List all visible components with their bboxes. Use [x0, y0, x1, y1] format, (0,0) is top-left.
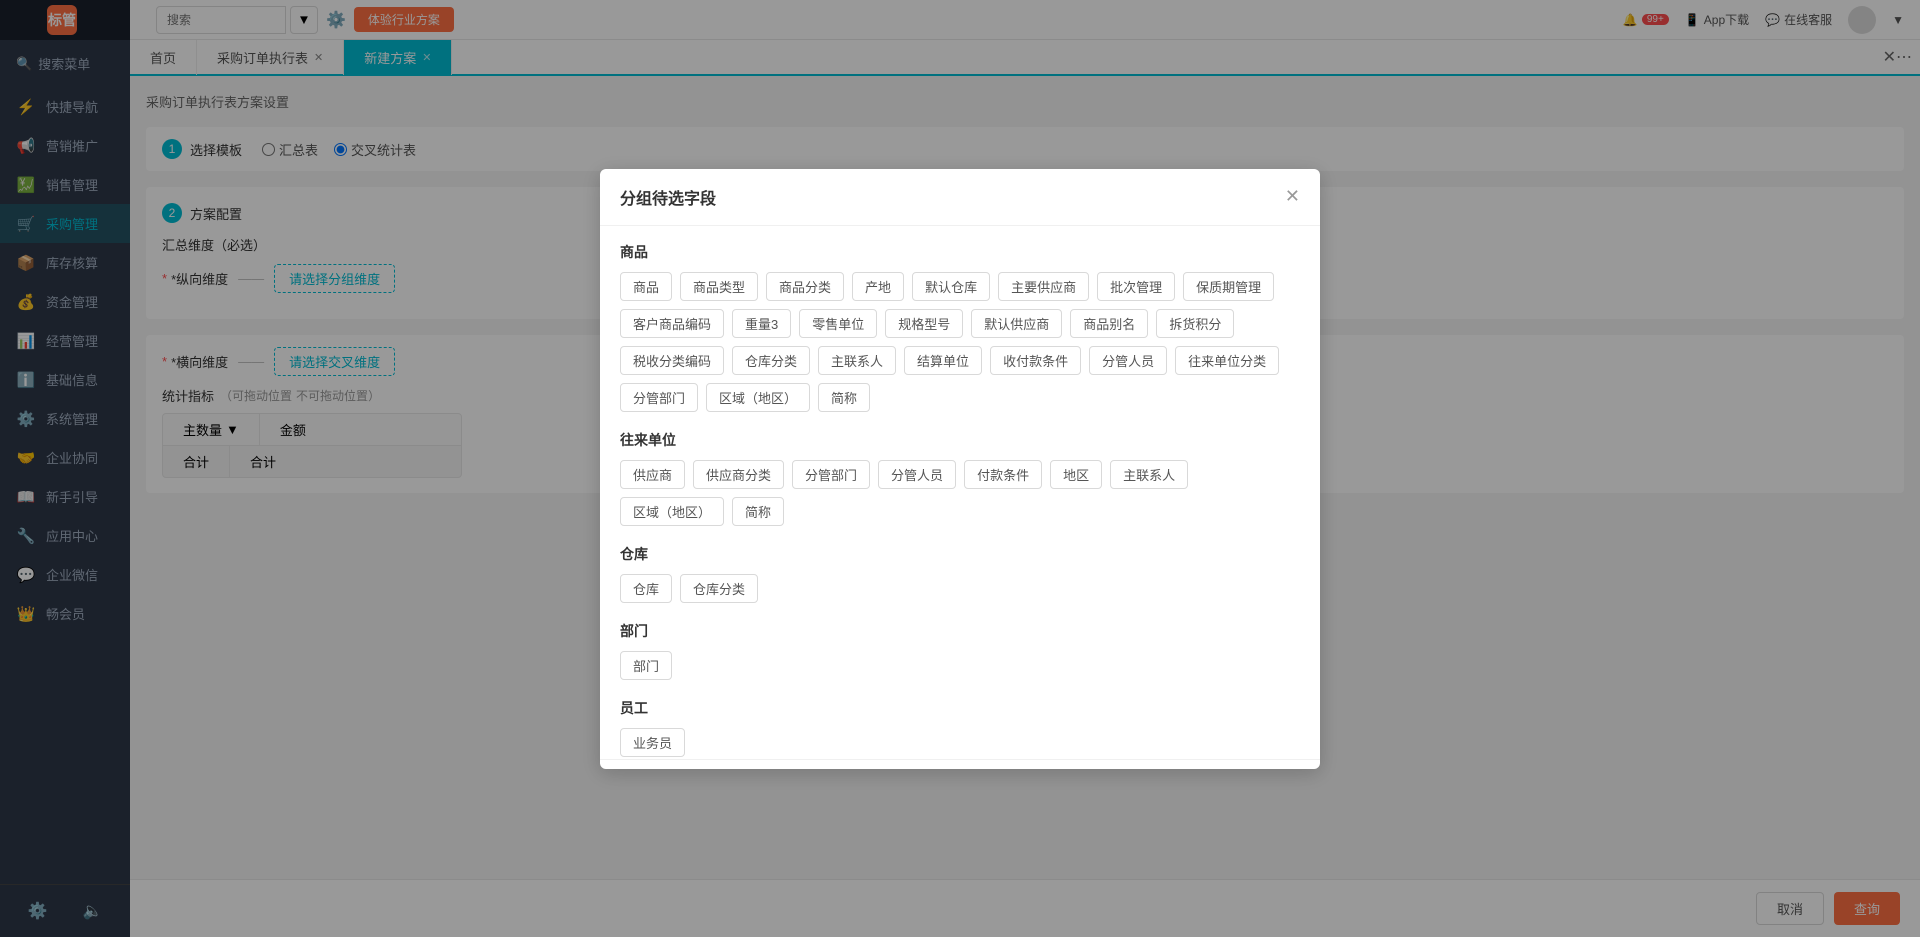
- field-tag-重量3[interactable]: 重量3: [732, 309, 791, 338]
- field-tag-简称[interactable]: 简称: [818, 383, 870, 412]
- field-tag-分管部门[interactable]: 分管部门: [620, 383, 698, 412]
- field-tag-仓库分类[interactable]: 仓库分类: [680, 574, 758, 603]
- field-tag-分管人员[interactable]: 分管人员: [878, 460, 956, 489]
- field-tags-部门: 部门: [620, 651, 1300, 680]
- section-title-仓库: 仓库: [620, 544, 1300, 564]
- field-tags-往来单位: 供应商供应商分类分管部门分管人员付款条件地区主联系人区域（地区） 简称: [620, 460, 1300, 526]
- field-section-部门: 部门部门: [620, 621, 1300, 680]
- modal-horizontal-scrollbar[interactable]: [600, 759, 1320, 769]
- field-section-员工: 员工业务员: [620, 698, 1300, 757]
- section-title-商品: 商品: [620, 242, 1300, 262]
- field-tag-主联系人[interactable]: 主联系人: [1110, 460, 1188, 489]
- field-tag-部门[interactable]: 部门: [620, 651, 672, 680]
- field-tag-产地[interactable]: 产地: [852, 272, 904, 301]
- field-tag-简称[interactable]: 简称: [732, 497, 784, 526]
- field-tag-默认仓库[interactable]: 默认仓库: [912, 272, 990, 301]
- field-tag-客户商品编码[interactable]: 客户商品编码: [620, 309, 724, 338]
- field-tag-税收分类编码[interactable]: 税收分类编码: [620, 346, 724, 375]
- field-section-仓库: 仓库仓库仓库分类: [620, 544, 1300, 603]
- field-section-商品: 商品商品商品类型商品分类产地默认仓库主要供应商批次管理保质期管理客户商品编码重量…: [620, 242, 1300, 412]
- field-tag-结算单位[interactable]: 结算单位: [904, 346, 982, 375]
- field-tag-付款条件[interactable]: 付款条件: [964, 460, 1042, 489]
- field-tag-批次管理[interactable]: 批次管理: [1097, 272, 1175, 301]
- field-tag-供应商[interactable]: 供应商: [620, 460, 685, 489]
- section-title-往来单位: 往来单位: [620, 430, 1300, 450]
- field-tag-分管人员[interactable]: 分管人员: [1089, 346, 1167, 375]
- field-tag-商品别名[interactable]: 商品别名: [1070, 309, 1148, 338]
- field-tag-分管部门[interactable]: 分管部门: [792, 460, 870, 489]
- modal-header: 分组待选字段 ✕: [600, 169, 1320, 226]
- field-tag-区域（地区）[interactable]: 区域（地区）: [706, 383, 810, 412]
- field-tag-仓库分类[interactable]: 仓库分类: [732, 346, 810, 375]
- field-tag-区域（地区）[interactable]: 区域（地区）: [620, 497, 724, 526]
- field-tags-商品: 商品商品类型商品分类产地默认仓库主要供应商批次管理保质期管理客户商品编码重量3 零…: [620, 272, 1300, 412]
- modal-close-button[interactable]: ✕: [1285, 186, 1300, 207]
- field-tag-往来单位分类[interactable]: 往来单位分类: [1175, 346, 1279, 375]
- field-tag-供应商分类[interactable]: 供应商分类: [693, 460, 784, 489]
- section-title-部门: 部门: [620, 621, 1300, 641]
- field-tag-收付款条件[interactable]: 收付款条件: [990, 346, 1081, 375]
- field-tags-仓库: 仓库仓库分类: [620, 574, 1300, 603]
- modal-title: 分组待选字段: [620, 185, 716, 209]
- field-tags-员工: 业务员: [620, 728, 1300, 757]
- field-tag-商品[interactable]: 商品: [620, 272, 672, 301]
- field-section-往来单位: 往来单位供应商供应商分类分管部门分管人员付款条件地区主联系人区域（地区） 简称: [620, 430, 1300, 526]
- section-title-员工: 员工: [620, 698, 1300, 718]
- field-tag-地区[interactable]: 地区: [1050, 460, 1102, 489]
- modal-body[interactable]: 商品商品商品类型商品分类产地默认仓库主要供应商批次管理保质期管理客户商品编码重量…: [600, 226, 1320, 759]
- modal-overlay: 分组待选字段 ✕ 商品商品商品类型商品分类产地默认仓库主要供应商批次管理保质期管…: [0, 0, 1920, 937]
- field-tag-规格型号[interactable]: 规格型号: [885, 309, 963, 338]
- field-tag-主要供应商[interactable]: 主要供应商: [998, 272, 1089, 301]
- field-tag-拆货积分[interactable]: 拆货积分: [1156, 309, 1234, 338]
- field-tag-商品类型[interactable]: 商品类型: [680, 272, 758, 301]
- field-tag-业务员[interactable]: 业务员: [620, 728, 685, 757]
- field-tag-商品分类[interactable]: 商品分类: [766, 272, 844, 301]
- field-tag-主联系人[interactable]: 主联系人: [818, 346, 896, 375]
- field-select-modal: 分组待选字段 ✕ 商品商品商品类型商品分类产地默认仓库主要供应商批次管理保质期管…: [600, 169, 1320, 769]
- field-tag-零售单位[interactable]: 零售单位: [799, 309, 877, 338]
- field-tag-保质期管理[interactable]: 保质期管理: [1183, 272, 1274, 301]
- field-tag-仓库[interactable]: 仓库: [620, 574, 672, 603]
- field-tag-默认供应商[interactable]: 默认供应商: [971, 309, 1062, 338]
